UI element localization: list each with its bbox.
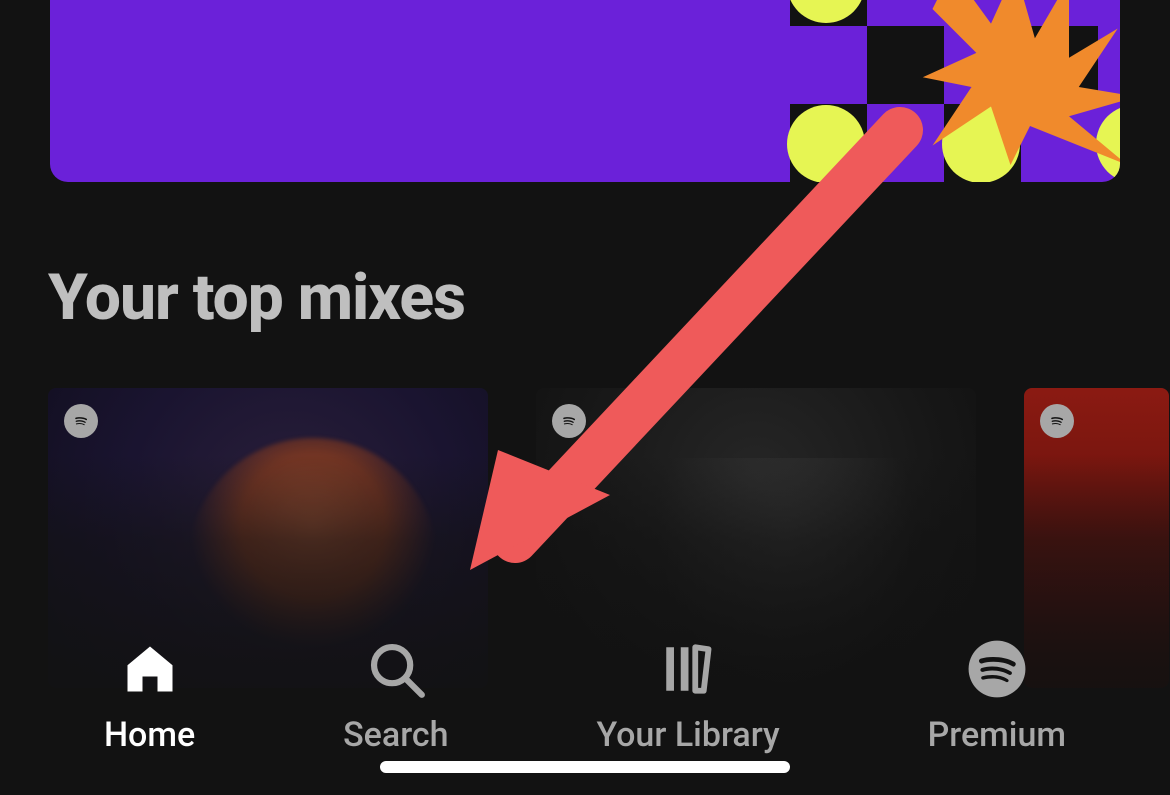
library-icon [656,637,720,701]
spotify-logo-icon [1040,404,1074,438]
spotify-icon [965,637,1029,701]
home-icon [118,637,182,701]
section-title-top-mixes: Your top mixes [48,260,465,335]
burst-graphic [920,0,1120,165]
promo-banner[interactable] [50,0,1120,182]
nav-library[interactable]: Your Library [596,637,779,755]
search-icon [364,637,428,701]
spotify-logo-icon [552,404,586,438]
nav-label: Search [343,715,448,755]
nav-label: Home [104,715,195,755]
nav-home[interactable]: Home [104,637,195,755]
home-indicator[interactable] [380,761,790,773]
nav-premium[interactable]: Premium [928,637,1066,755]
nav-label: Your Library [596,715,779,755]
nav-label: Premium [928,715,1066,755]
spotify-logo-icon [64,404,98,438]
nav-search[interactable]: Search [343,637,448,755]
bottom-nav: Home Search Your Library Premium [0,637,1170,755]
